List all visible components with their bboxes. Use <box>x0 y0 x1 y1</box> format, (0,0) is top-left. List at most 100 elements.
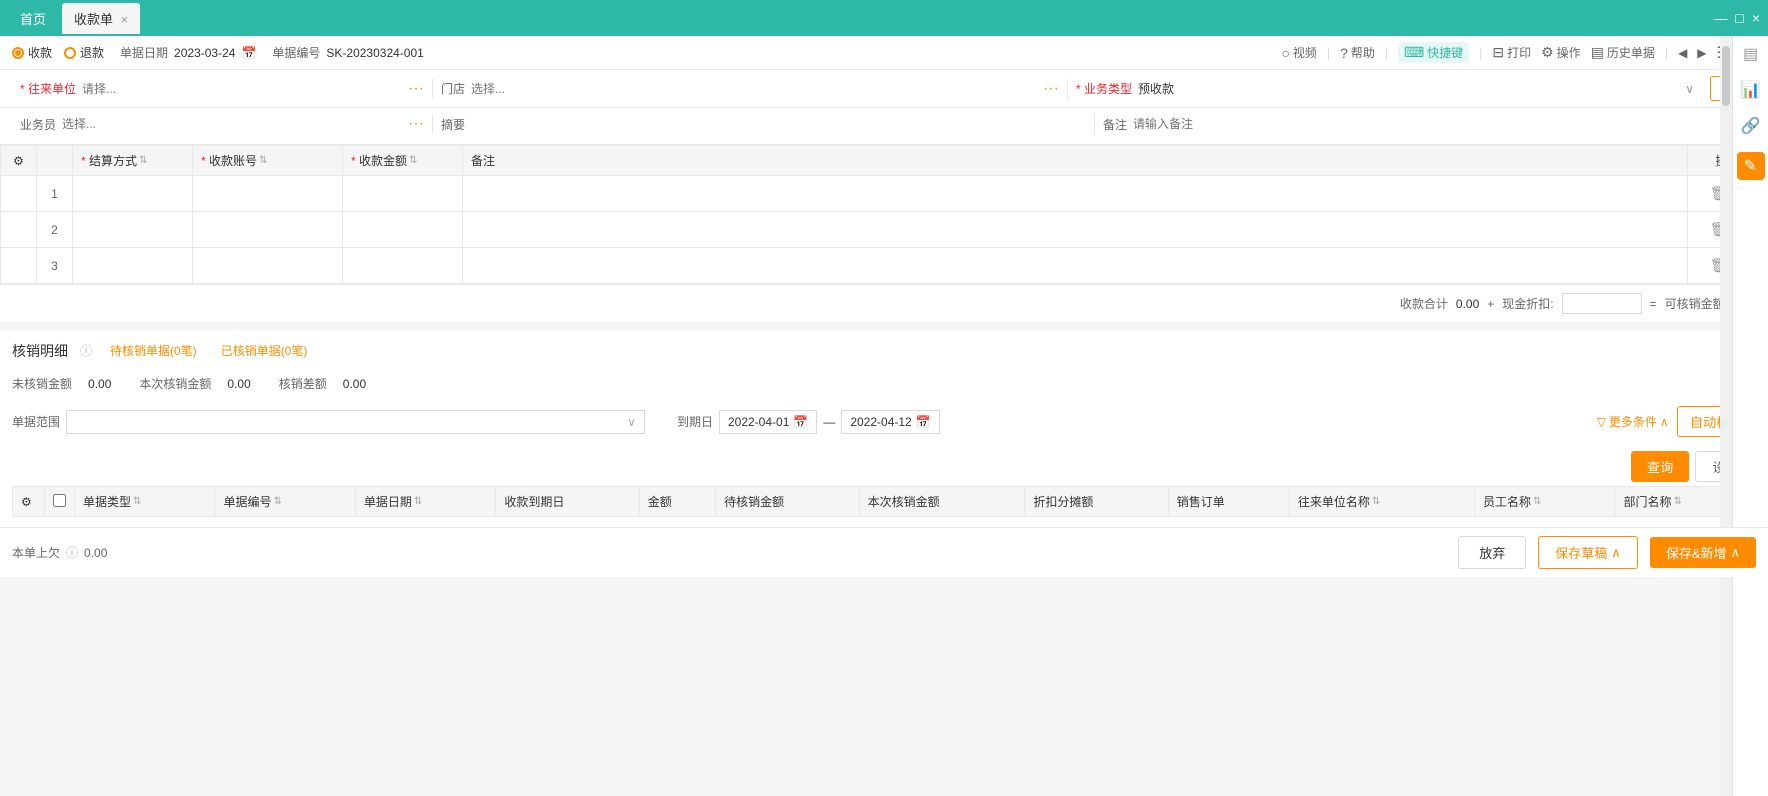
date-from-calendar-icon[interactable]: 📅 <box>793 415 808 429</box>
abstract-label: 摘要 <box>441 116 465 133</box>
date-sort-icon[interactable]: ⇅ <box>414 496 422 507</box>
row1-notes[interactable] <box>463 176 1688 212</box>
save-draft-button[interactable]: 保存草稿 ∧ <box>1538 536 1638 569</box>
footer-info: 本单上欠 ⓘ 0.00 <box>12 544 107 561</box>
action-print[interactable]: ⊟ 打印 <box>1492 44 1531 61</box>
col-header-amount: 收款金额⇅ <box>343 146 463 176</box>
verif-filter-row: 单据范围 ∨ 到期日 2022-04-01 📅 — 2022-04-12 📅 <box>12 398 1756 445</box>
date-to-calendar-icon[interactable]: 📅 <box>916 415 931 429</box>
col-header-num <box>37 146 73 176</box>
row3-account[interactable] <box>193 248 343 284</box>
abandon-button[interactable]: 放弃 <box>1458 536 1526 569</box>
type-sort-icon[interactable]: ⇅ <box>133 496 141 507</box>
summary-discount-input[interactable] <box>1562 293 1642 314</box>
row2-account[interactable] <box>193 212 343 248</box>
dept-sort-icon[interactable]: ⇅ <box>1673 496 1681 507</box>
staff-sort-icon[interactable]: ⇅ <box>1533 496 1541 507</box>
select-all-checkbox[interactable] <box>53 494 66 507</box>
window-minimize[interactable]: — <box>1713 10 1727 26</box>
range-select[interactable]: ∨ <box>66 410 645 434</box>
save-new-button[interactable]: 保存&新增 ∧ <box>1650 537 1756 568</box>
bt-col-checkbox[interactable] <box>45 487 75 517</box>
help-icon: ? <box>1340 45 1348 61</box>
bottom-table-section: ⚙ 单据类型⇅ 单据编号⇅ 单据日期⇅ 收款到期日 金额 待核销金额 本次核销金… <box>12 486 1756 517</box>
counterparty-more-icon[interactable]: ··· <box>408 81 424 97</box>
row3-notes[interactable] <box>463 248 1688 284</box>
summary-verifiable-label: 可核销金额 <box>1665 295 1725 312</box>
amount-sort-icon[interactable]: ⇅ <box>409 155 417 166</box>
verif-tab-pending[interactable]: 待核销单据(0笔) <box>104 340 203 361</box>
toolbar-actions: ○ 视频 | ? 帮助 | ⌨ 快捷键 | ⊟ 打印 ⚙ 操作 <box>1281 42 1756 63</box>
notes-group: 备注 <box>1095 116 1756 133</box>
single-date-value: 2023-03-24 <box>174 46 235 60</box>
sidebar-chart-icon[interactable]: 📊 <box>1741 80 1761 100</box>
save-draft-arrow-icon[interactable]: ∧ <box>1611 545 1621 561</box>
nav-tab-close-icon[interactable]: × <box>121 12 129 27</box>
radio-shoukuan[interactable]: 收款 <box>12 44 52 61</box>
single-no-field: 单据编号 SK-20230324-001 <box>272 44 423 61</box>
nav-prev-icon[interactable]: ◀ <box>1678 46 1687 60</box>
print-icon: ⊟ <box>1492 44 1504 61</box>
account-sort-icon[interactable]: ⇅ <box>259 155 267 166</box>
verif-info-icon[interactable]: ⓘ <box>80 342 92 359</box>
action-help[interactable]: ? 帮助 <box>1340 44 1375 61</box>
stat-this-label: 本次核销金额 <box>139 375 211 392</box>
row2-settlement[interactable] <box>73 212 193 248</box>
sidebar-table-icon[interactable]: ▤ <box>1743 44 1758 64</box>
staff-group: 业务员 ··· <box>12 116 432 133</box>
row2-notes[interactable] <box>463 212 1688 248</box>
nav-shoukuan-tab[interactable]: 收款单 × <box>62 3 140 34</box>
more-filter-btn[interactable]: ▽ 更多条件 ∧ <box>1597 413 1669 430</box>
store-more-icon[interactable]: ··· <box>1043 81 1059 97</box>
window-close[interactable]: × <box>1752 10 1760 26</box>
footer-info-label: 本单上欠 <box>12 544 60 561</box>
settlement-sort-icon[interactable]: ⇅ <box>139 155 147 166</box>
nav-next-icon[interactable]: ▶ <box>1697 46 1706 60</box>
history-icon: ▤ <box>1591 44 1604 61</box>
staff-input[interactable] <box>62 117 402 131</box>
scroll-thumb[interactable] <box>1722 46 1730 106</box>
footer-info-icon[interactable]: ⓘ <box>66 544 78 561</box>
counterparty-input[interactable] <box>82 82 402 96</box>
due-date-label: 到期日 <box>677 413 713 430</box>
action-video[interactable]: ○ 视频 <box>1281 44 1316 61</box>
business-type-chevron[interactable]: ∨ <box>1685 82 1694 96</box>
notes-input[interactable] <box>1133 117 1748 131</box>
save-new-arrow-icon[interactable]: ∧ <box>1730 545 1740 561</box>
action-history[interactable]: ▤ 历史单据 <box>1591 44 1655 61</box>
sidebar-link-icon[interactable]: 🔗 <box>1741 116 1761 136</box>
window-maximize[interactable]: □ <box>1735 10 1743 26</box>
action-ops[interactable]: ⚙ 操作 <box>1541 44 1581 61</box>
action-history-label: 历史单据 <box>1607 44 1655 61</box>
nav-home-tab[interactable]: 首页 <box>8 3 58 34</box>
staff-more-icon[interactable]: ··· <box>408 116 424 132</box>
abstract-input[interactable] <box>471 117 1086 131</box>
single-date-label: 单据日期 <box>120 44 168 61</box>
sidebar-edit-icon[interactable]: ✎ <box>1737 152 1765 180</box>
query-button[interactable]: 查询 <box>1631 451 1690 482</box>
date-to-input[interactable]: 2022-04-12 📅 <box>841 410 939 434</box>
row1-account[interactable] <box>193 176 343 212</box>
date-from-input[interactable]: 2022-04-01 📅 <box>719 410 817 434</box>
no-sort-icon[interactable]: ⇅ <box>273 496 281 507</box>
calendar-icon[interactable]: 📅 <box>241 46 256 60</box>
row1-settlement[interactable] <box>73 176 193 212</box>
nav-window-controls: — □ × <box>1713 10 1760 26</box>
verif-title: 核销明细 <box>12 341 68 361</box>
no-label: 单据编号 <box>223 493 271 510</box>
store-input[interactable] <box>471 82 1037 96</box>
stat-diff-value: 0.00 <box>343 377 366 391</box>
notes-label: 备注 <box>1103 116 1127 133</box>
row2-amount[interactable] <box>343 212 463 248</box>
row1-amount[interactable] <box>343 176 463 212</box>
bt-col-amount: 金额 <box>639 487 715 517</box>
action-shortcut[interactable]: ⌨ 快捷键 <box>1398 42 1469 63</box>
verif-tab-done[interactable]: 已核销单据(0笔) <box>215 340 314 361</box>
col-header-settings[interactable]: ⚙ <box>1 146 37 176</box>
bt-col-settings[interactable]: ⚙ <box>13 487 45 517</box>
row3-settlement[interactable] <box>73 248 193 284</box>
row3-amount[interactable] <box>343 248 463 284</box>
counterparty-sort-icon[interactable]: ⇅ <box>1372 496 1380 507</box>
action-shortcut-label: 快捷键 <box>1427 44 1463 61</box>
radio-tuikuan[interactable]: 退款 <box>64 44 104 61</box>
